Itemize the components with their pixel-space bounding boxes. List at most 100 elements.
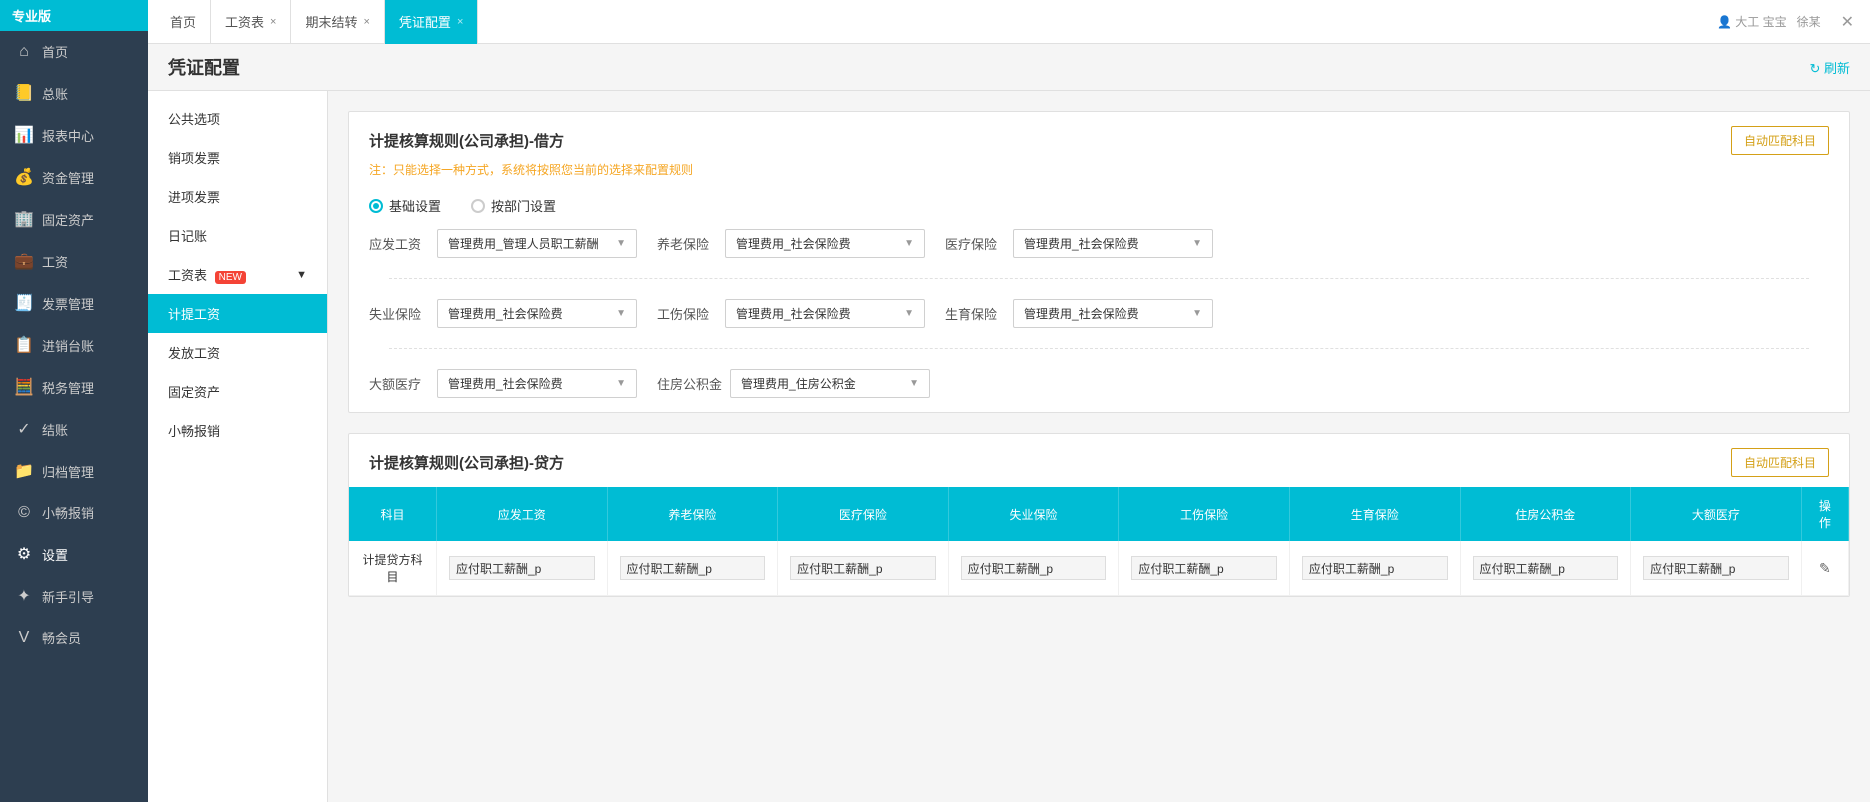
sub-nav-item-payroll_table_sub[interactable]: 工资表 NEW▼ <box>148 255 327 294</box>
credit-row-val-0-7 <box>1631 541 1802 596</box>
debit-field-0-1: 养老保险 管理费用_社会保险费 ▼ <box>657 229 925 258</box>
sidebar-item-settings[interactable]: ⚙ 设置 <box>0 533 148 575</box>
sidebar-item-funds[interactable]: 💰资金管理 <box>0 156 148 198</box>
credit-input-0-4[interactable] <box>1131 556 1277 580</box>
sub-nav-item-calc_salary[interactable]: 计提工资 <box>148 294 327 333</box>
section-credit-header: 计提核算规则(公司承担)-贷方 自动匹配科目 <box>349 434 1849 487</box>
sub-nav-label-public_options: 公共选项 <box>168 109 220 128</box>
select-arrow-0-0: ▼ <box>616 238 626 249</box>
sidebar-item-home[interactable]: ⌂ 首页 <box>0 31 148 72</box>
sidebar-icon-home: ⌂ <box>14 43 34 61</box>
sidebar-item-salary[interactable]: 💼工资 <box>0 240 148 282</box>
tab-label-voucher_config: 凭证配置 <box>399 12 451 31</box>
debit-form-row-0: 应发工资 管理费用_管理人员职工薪酬 ▼ 养老保险 管理费用_社会保险费 ▼ 医… <box>369 229 1829 258</box>
sub-nav-item-pay_salary[interactable]: 发放工资 <box>148 333 327 372</box>
radio-basic-circle[interactable] <box>369 199 383 213</box>
credit-col-header-9: 操作 <box>1801 487 1848 541</box>
credit-col-header-5: 工伤保险 <box>1119 487 1290 541</box>
debit-field-select-0-0[interactable]: 管理费用_管理人员职工薪酬 ▼ <box>437 229 637 258</box>
debit-field-label-1-2: 生育保险 <box>945 304 1005 323</box>
sidebar-label-home: 首页 <box>42 42 68 61</box>
sidebar-icon-settings: ⚙ <box>14 544 34 564</box>
debit-field-select-1-2[interactable]: 管理费用_社会保险费 ▼ <box>1013 299 1213 328</box>
tab-close-period_closing[interactable]: × <box>363 16 369 28</box>
sidebar-item-guide[interactable]: ✦ 新手引导 <box>0 575 148 617</box>
page-header: 凭证配置 ↻ 刷新 <box>148 44 1870 91</box>
sub-nav-label-pay_salary: 发放工资 <box>168 343 220 362</box>
sub-nav-label-debit_invoice: 进项发票 <box>168 187 220 206</box>
sidebar-label-purchase_sales: 进销台账 <box>42 336 94 355</box>
credit-input-0-5[interactable] <box>1302 556 1448 580</box>
tab-voucher_config[interactable]: 凭证配置 × <box>385 0 478 44</box>
sidebar-icon-xiao_chang_report: © <box>14 504 34 522</box>
section-debit-header: 计提核算规则(公司承担)-借方 自动匹配科目 <box>349 112 1849 155</box>
credit-input-0-3[interactable] <box>961 556 1107 580</box>
radio-department[interactable]: 按部门设置 <box>471 196 556 215</box>
section-debit-note: 注：只能选择一种方式，系统将按照您当前的选择来配置规则 <box>349 155 1849 188</box>
debit-field-select-1-0[interactable]: 管理费用_社会保险费 ▼ <box>437 299 637 328</box>
credit-col-header-1: 应发工资 <box>436 487 607 541</box>
sub-nav-label-credit_invoice: 销项发票 <box>168 148 220 167</box>
debit-field-select-1-1[interactable]: 管理费用_社会保险费 ▼ <box>725 299 925 328</box>
sub-nav-item-journal[interactable]: 日记账 <box>148 216 327 255</box>
debit-field-select-2-1[interactable]: 管理费用_住房公积金 ▼ <box>730 369 930 398</box>
edit-icon-0[interactable]: ✎ <box>1819 560 1831 576</box>
sub-nav-item-credit_invoice[interactable]: 销项发票 <box>148 138 327 177</box>
section-debit-title: 计提核算规则(公司承担)-借方 <box>369 130 564 151</box>
sidebar-item-ledger[interactable]: 📒总账 <box>0 72 148 114</box>
debit-field-select-0-2[interactable]: 管理费用_社会保险费 ▼ <box>1013 229 1213 258</box>
sub-nav-item-fixed_assets[interactable]: 固定资产 <box>148 372 327 411</box>
sub-nav: 公共选项销项发票进项发票日记账工资表 NEW▼计提工资发放工资固定资产小畅报销 <box>148 91 328 802</box>
credit-row-op-0[interactable]: ✎ <box>1801 541 1848 596</box>
sidebar-label-guide: 新手引导 <box>42 587 94 606</box>
sidebar-label-vip: 畅会员 <box>42 628 81 647</box>
tab-period_closing[interactable]: 期末结转 × <box>291 0 384 44</box>
sub-nav-item-xiaochang_expense[interactable]: 小畅报销 <box>148 411 327 450</box>
debit-field-1-1: 工伤保险 管理费用_社会保险费 ▼ <box>657 299 925 328</box>
credit-input-0-0[interactable] <box>449 556 595 580</box>
tab-label-payroll_table: 工资表 <box>225 12 264 31</box>
sidebar-item-invoice_mgmt[interactable]: 🧾发票管理 <box>0 282 148 324</box>
sidebar-icon-ledger: 📒 <box>14 83 34 103</box>
sidebar-item-archive[interactable]: 📁归档管理 <box>0 450 148 492</box>
tab-close-payroll_table[interactable]: × <box>270 16 276 28</box>
credit-input-0-6[interactable] <box>1473 556 1619 580</box>
sub-nav-item-debit_invoice[interactable]: 进项发票 <box>148 177 327 216</box>
sidebar-item-purchase_sales[interactable]: 📋进销台账 <box>0 324 148 366</box>
sidebar-label-xiao_chang_report: 小畅报销 <box>42 503 94 522</box>
radio-basic[interactable]: 基础设置 <box>369 196 441 215</box>
main-content: 计提核算规则(公司承担)-借方 自动匹配科目 注：只能选择一种方式，系统将按照您… <box>328 91 1870 802</box>
sidebar-item-reports[interactable]: 📊报表中心 <box>0 114 148 156</box>
debit-field-select-0-1[interactable]: 管理费用_社会保险费 ▼ <box>725 229 925 258</box>
auto-match-credit-button[interactable]: 自动匹配科目 <box>1731 448 1829 477</box>
sidebar-item-xiao_chang_report[interactable]: © 小畅报销 <box>0 492 148 533</box>
refresh-button[interactable]: ↻ 刷新 <box>1809 58 1850 77</box>
credit-input-0-2[interactable] <box>790 556 936 580</box>
credit-row-val-0-1 <box>607 541 778 596</box>
credit-input-0-1[interactable] <box>620 556 766 580</box>
sub-nav-item-public_options[interactable]: 公共选项 <box>148 99 327 138</box>
credit-input-0-7[interactable] <box>1643 556 1789 580</box>
sidebar-item-assets[interactable]: 🏢固定资产 <box>0 198 148 240</box>
tab-payroll_table[interactable]: 工资表 × <box>211 0 291 44</box>
sub-nav-label-journal: 日记账 <box>168 226 207 245</box>
tab-label-period_closing: 期末结转 <box>305 12 357 31</box>
auto-match-debit-button[interactable]: 自动匹配科目 <box>1731 126 1829 155</box>
sidebar-item-vip[interactable]: V畅会员 <box>0 617 148 658</box>
debit-field-label-0-2: 医疗保险 <box>945 234 1005 253</box>
sidebar-label-assets: 固定资产 <box>42 210 94 229</box>
section-credit: 计提核算规则(公司承担)-贷方 自动匹配科目 科目应发工资养老保险医疗保险失业保… <box>348 433 1850 597</box>
sidebar-icon-guide: ✦ <box>14 586 34 606</box>
debit-field-select-2-0[interactable]: 管理费用_社会保险费 ▼ <box>437 369 637 398</box>
tab-close-voucher_config[interactable]: × <box>457 16 463 28</box>
content-wrapper: 公共选项销项发票进项发票日记账工资表 NEW▼计提工资发放工资固定资产小畅报销 … <box>148 91 1870 802</box>
close-window-button[interactable]: ✕ <box>1833 12 1862 32</box>
sidebar-label-settings: 设置 <box>42 545 68 564</box>
sidebar-item-closing[interactable]: ✓结账 <box>0 408 148 450</box>
debit-form-grid: 应发工资 管理费用_管理人员职工薪酬 ▼ 养老保险 管理费用_社会保险费 ▼ 医… <box>349 229 1849 412</box>
radio-department-circle[interactable] <box>471 199 485 213</box>
sidebar-label-salary: 工资 <box>42 252 68 271</box>
debit-form-row-1: 失业保险 管理费用_社会保险费 ▼ 工伤保险 管理费用_社会保险费 ▼ 生育保险… <box>369 299 1829 328</box>
sidebar-item-tax[interactable]: 🧮税务管理 <box>0 366 148 408</box>
tab-home[interactable]: 首页 <box>156 0 211 44</box>
